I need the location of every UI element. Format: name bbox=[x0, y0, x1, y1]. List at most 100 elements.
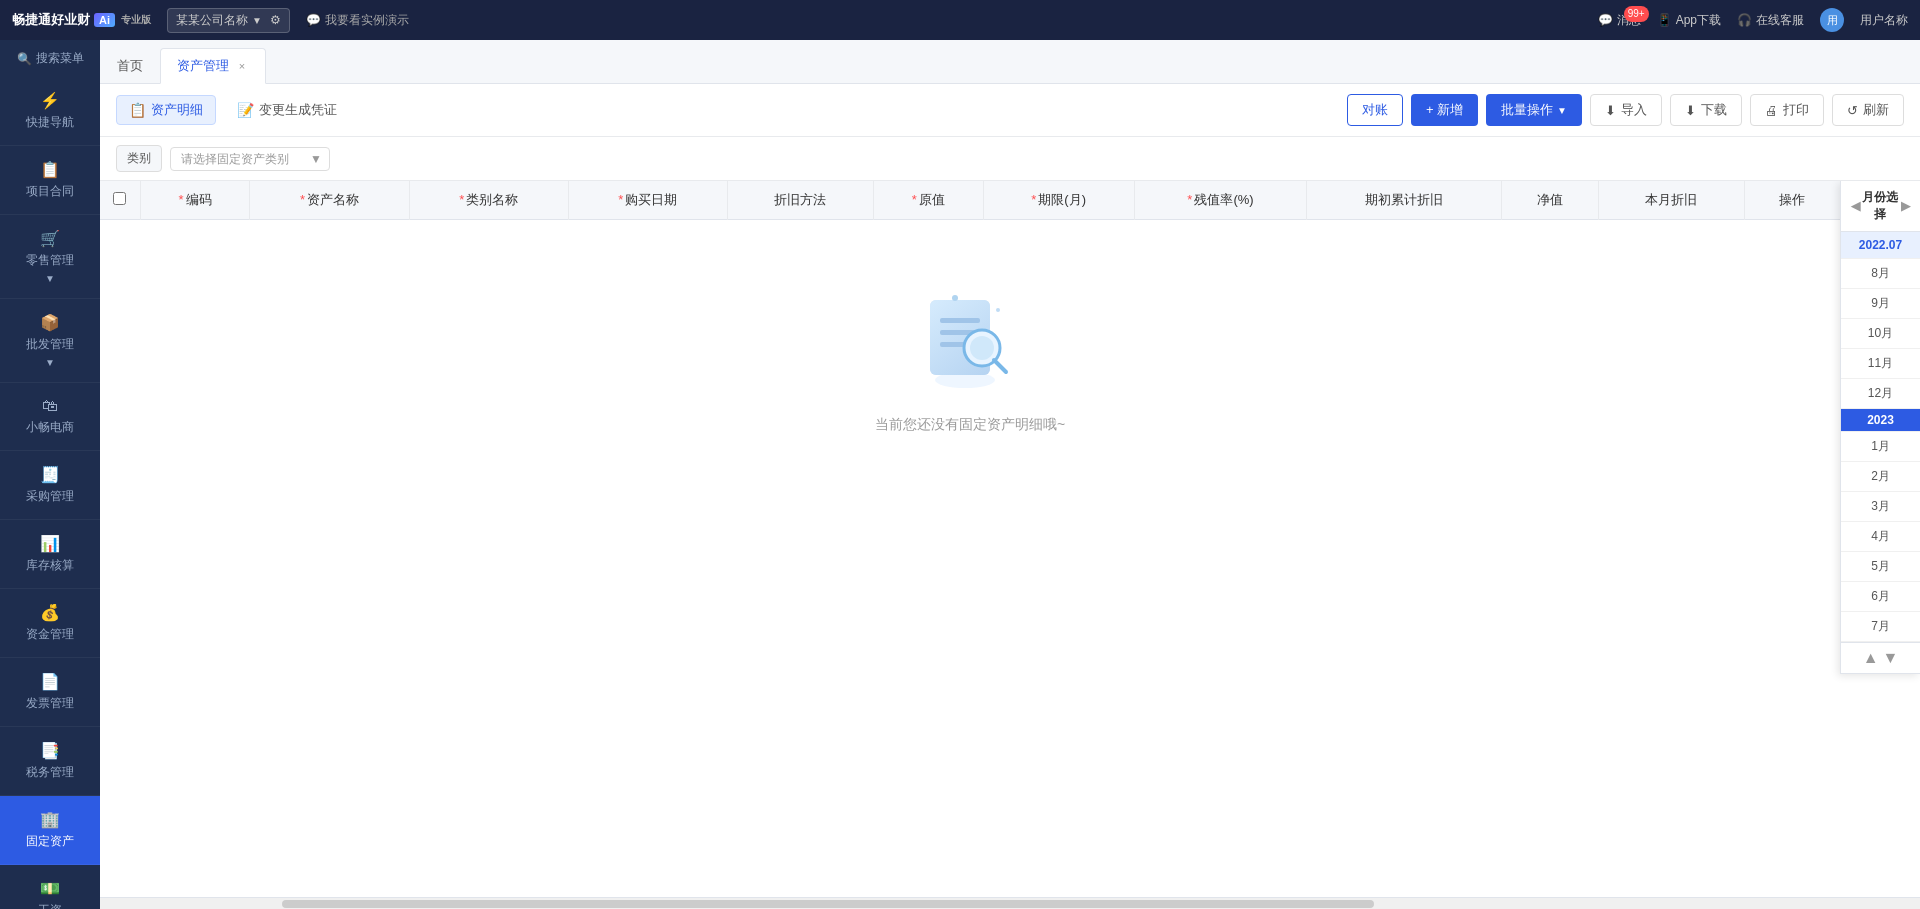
sub-tab-bar: 📋 资产明细 📝 变更生成凭证 对账 + 新增 批量操作 bbox=[100, 84, 1920, 137]
category-filter-select[interactable]: 请选择固定资产类别 房屋及建筑物 机器设备 运输工具 电子设备 bbox=[170, 147, 330, 171]
print-button[interactable]: 🖨 打印 bbox=[1750, 94, 1824, 126]
month-scroll-down-button[interactable]: ▼ bbox=[1883, 649, 1899, 667]
sidebar-label-assets: 固定资产 bbox=[26, 833, 74, 850]
tab-asset-mgmt[interactable]: 资产管理 × bbox=[160, 48, 266, 84]
sidebar-item-fund-mgmt[interactable]: 💰 资金管理 bbox=[0, 589, 100, 658]
home-tab-label: 首页 bbox=[117, 57, 143, 75]
sidebar-item-payroll[interactable]: 💵 工资 bbox=[0, 865, 100, 909]
month-prev-year-button[interactable]: ◀ bbox=[1849, 198, 1862, 214]
reconcile-button[interactable]: 对账 bbox=[1347, 94, 1403, 126]
sidebar-item-retail-mgmt[interactable]: 🛒 零售管理 ▼ bbox=[0, 215, 100, 299]
month-item-2023-4[interactable]: 4月 bbox=[1841, 522, 1920, 552]
empty-state: 当前您还没有固定资产明细哦~ bbox=[100, 220, 1840, 494]
filter-bar: 类别 请选择固定资产类别 房屋及建筑物 机器设备 运输工具 电子设备 ▼ bbox=[100, 137, 1920, 181]
month-item-2023-6[interactable]: 6月 bbox=[1841, 582, 1920, 612]
table-col-monthly-dep: 本月折旧 bbox=[1599, 181, 1745, 220]
month-item-2023-7[interactable]: 7月 bbox=[1841, 612, 1920, 642]
month-item-10[interactable]: 10月 bbox=[1841, 319, 1920, 349]
batch-chevron-icon: ▼ bbox=[1557, 105, 1567, 116]
company-dropdown-icon: ▼ bbox=[252, 15, 262, 26]
import-label: 导入 bbox=[1621, 101, 1647, 119]
download-icon: ⬇ bbox=[1685, 103, 1696, 118]
table-col-asset-name: *资产名称 bbox=[250, 181, 409, 220]
sidebar-label-wholesale: 批发管理 bbox=[26, 336, 74, 353]
payroll-icon: 💵 bbox=[40, 879, 60, 898]
table-col-checkbox bbox=[100, 181, 140, 220]
wholesale-icon: 📦 bbox=[40, 313, 60, 332]
download-icon: 📱 bbox=[1657, 13, 1672, 27]
app-brand: 畅捷通好业财 Ai 专业版 bbox=[12, 11, 151, 29]
year-label: 2022.07 bbox=[1859, 238, 1902, 252]
month-item-2023-2[interactable]: 2月 bbox=[1841, 462, 1920, 492]
month-item-2023-5[interactable]: 5月 bbox=[1841, 552, 1920, 582]
table-col-original-value: *原值 bbox=[873, 181, 983, 220]
settings-icon[interactable]: ⚙ bbox=[270, 13, 281, 27]
refresh-button[interactable]: ↺ 刷新 bbox=[1832, 94, 1904, 126]
sub-tab-asset-detail[interactable]: 📋 资产明细 bbox=[116, 95, 216, 125]
username-label: 用户名称 bbox=[1860, 12, 1908, 29]
company-selector[interactable]: 某某公司名称 ▼ ⚙ bbox=[167, 8, 290, 33]
sidebar-item-wholesale-mgmt[interactable]: 📦 批发管理 ▼ bbox=[0, 299, 100, 383]
print-label: 打印 bbox=[1783, 101, 1809, 119]
month-item-2022-07[interactable]: 2022.07 bbox=[1841, 232, 1920, 259]
month-scroll-up-button[interactable]: ▲ bbox=[1863, 649, 1879, 667]
horizontal-scrollbar[interactable] bbox=[100, 897, 1920, 909]
sidebar-item-purchase-mgmt[interactable]: 🧾 采购管理 bbox=[0, 451, 100, 520]
month-item-2023-3[interactable]: 3月 bbox=[1841, 492, 1920, 522]
month-item-9[interactable]: 9月 bbox=[1841, 289, 1920, 319]
table-col-operation: 操作 bbox=[1744, 181, 1840, 220]
user-avatar[interactable]: 用 bbox=[1820, 8, 1844, 32]
app-download-button[interactable]: 📱 App下载 bbox=[1657, 12, 1721, 29]
svg-point-9 bbox=[952, 295, 958, 301]
month-year-2023-badge: 2023 bbox=[1841, 409, 1920, 432]
table-header: *编码 *资产名称 *类别名称 *购买日期 bbox=[100, 181, 1840, 220]
message-button[interactable]: 💬 消息 99+ bbox=[1598, 12, 1641, 29]
sub-tab-change-voucher[interactable]: 📝 变更生成凭证 bbox=[224, 95, 350, 125]
batch-button[interactable]: 批量操作 ▼ bbox=[1486, 94, 1582, 126]
sidebar-item-project-contract[interactable]: 📋 项目合同 bbox=[0, 146, 100, 215]
table-wrapper[interactable]: *编码 *资产名称 *类别名称 *购买日期 bbox=[100, 181, 1920, 897]
tab-close-button[interactable]: × bbox=[235, 59, 249, 73]
wholesale-arrow-icon: ▼ bbox=[45, 357, 55, 368]
sidebar-label-quick-nav: 快捷导航 bbox=[26, 114, 74, 131]
add-button[interactable]: + 新增 bbox=[1411, 94, 1478, 126]
asset-mgmt-tab-label: 资产管理 bbox=[177, 57, 229, 75]
purchase-icon: 🧾 bbox=[40, 465, 60, 484]
month-item-2023-1[interactable]: 1月 bbox=[1841, 432, 1920, 462]
asset-table: *编码 *资产名称 *类别名称 *购买日期 bbox=[100, 181, 1840, 220]
page-content: 📋 资产明细 📝 变更生成凭证 对账 + 新增 批量操作 bbox=[100, 84, 1920, 909]
download-button[interactable]: ⬇ 下载 bbox=[1670, 94, 1742, 126]
sidebar-item-fixed-assets[interactable]: 🏢 固定资产 bbox=[0, 796, 100, 865]
month-item-12[interactable]: 12月 bbox=[1841, 379, 1920, 409]
online-service-label: 在线客服 bbox=[1756, 12, 1804, 29]
tab-bar: 首页 资产管理 × bbox=[100, 40, 1920, 84]
project-icon: 📋 bbox=[40, 160, 60, 179]
sidebar-item-invoice-mgmt[interactable]: 📄 发票管理 bbox=[0, 658, 100, 727]
tab-home[interactable]: 首页 bbox=[100, 48, 160, 84]
month-item-8[interactable]: 8月 bbox=[1841, 259, 1920, 289]
month-item-11[interactable]: 11月 bbox=[1841, 349, 1920, 379]
sidebar-item-quick-nav[interactable]: ⚡ 快捷导航 bbox=[0, 77, 100, 146]
sidebar-label-project: 项目合同 bbox=[26, 183, 74, 200]
month-next-year-button[interactable]: ▶ bbox=[1899, 198, 1912, 214]
sidebar-item-inventory[interactable]: 📊 库存核算 bbox=[0, 520, 100, 589]
import-button[interactable]: ⬇ 导入 bbox=[1590, 94, 1662, 126]
select-all-checkbox[interactable] bbox=[113, 192, 126, 205]
category-filter-wrapper: 请选择固定资产类别 房屋及建筑物 机器设备 运输工具 电子设备 ▼ bbox=[170, 147, 330, 171]
sidebar-item-tax-mgmt[interactable]: 📑 税务管理 bbox=[0, 727, 100, 796]
month-picker-title: 月份选择 bbox=[1862, 189, 1900, 223]
demo-link[interactable]: 💬 我要看实例演示 bbox=[306, 12, 409, 29]
sidebar-label-search: 搜索菜单 bbox=[36, 50, 84, 67]
demo-text: 我要看实例演示 bbox=[325, 12, 409, 29]
sidebar-label-inventory: 库存核算 bbox=[26, 557, 74, 574]
table-col-period: *期限(月) bbox=[983, 181, 1134, 220]
app-title: 畅捷通好业财 bbox=[12, 11, 90, 29]
quick-nav-icon: ⚡ bbox=[40, 91, 60, 110]
sidebar-item-search-menu[interactable]: 🔍 搜索菜单 bbox=[0, 40, 100, 77]
svg-point-10 bbox=[996, 308, 1000, 312]
content-area: 首页 资产管理 × 📋 资产明细 📝 变更生成凭证 bbox=[100, 40, 1920, 909]
online-service-button[interactable]: 🎧 在线客服 bbox=[1737, 12, 1804, 29]
sidebar-item-mini-ecom[interactable]: 🛍 小畅电商 bbox=[0, 383, 100, 451]
sidebar-label-ecom: 小畅电商 bbox=[26, 419, 74, 436]
add-label: + 新增 bbox=[1426, 101, 1463, 119]
